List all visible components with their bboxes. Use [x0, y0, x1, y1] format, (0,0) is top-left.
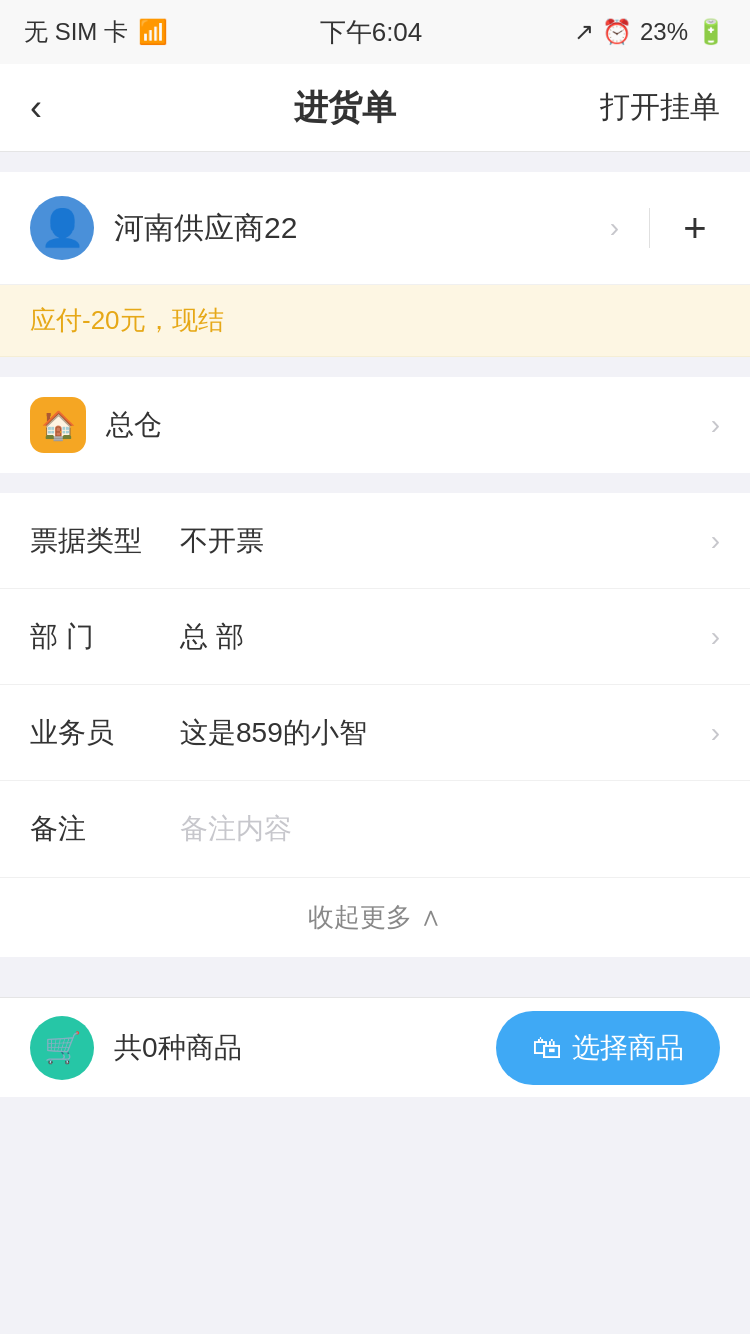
nav-bar: ‹ 进货单 打开挂单 [0, 64, 750, 152]
product-icon: 🛒 [44, 1030, 81, 1065]
page-title: 进货单 [294, 85, 396, 131]
status-time: 下午6:04 [320, 15, 423, 50]
form-section: 票据类型 不开票 › 部 门 总 部 › 业务员 这是859的小智 › 备注 备… [0, 493, 750, 877]
product-count-text: 共0种商品 [114, 1029, 496, 1067]
select-product-button[interactable]: 🛍 选择商品 [496, 1011, 720, 1085]
select-product-label: 选择商品 [572, 1029, 684, 1067]
warehouse-label: 总仓 [106, 406, 711, 444]
department-chevron-icon: › [711, 621, 720, 653]
ticket-type-value: 不开票 [170, 522, 711, 560]
product-icon-bg: 🛒 [30, 1016, 94, 1080]
person-icon: 👤 [40, 207, 85, 249]
status-right: ↗ ⏰ 23% 🔋 [574, 18, 726, 46]
supplier-row[interactable]: 👤 河南供应商22 › + [0, 172, 750, 285]
supplier-name: 河南供应商22 [114, 208, 610, 249]
supplier-avatar: 👤 [30, 196, 94, 260]
salesperson-row[interactable]: 业务员 这是859的小智 › [0, 685, 750, 781]
warehouse-row[interactable]: 🏠 总仓 › [0, 377, 750, 473]
remark-label: 备注 [30, 810, 170, 848]
salesperson-chevron-icon: › [711, 717, 720, 749]
department-value: 总 部 [170, 618, 711, 656]
department-label: 部 门 [30, 618, 170, 656]
battery-icon: 🔋 [696, 18, 726, 46]
ticket-type-label: 票据类型 [30, 522, 170, 560]
warehouse-section: 🏠 总仓 › [0, 377, 750, 473]
warehouse-chevron-icon: › [711, 409, 720, 441]
back-button[interactable]: ‹ [30, 87, 90, 129]
section-gap-4 [0, 957, 750, 977]
carrier-text: 无 SIM 卡 [24, 16, 128, 48]
status-bar: 无 SIM 卡 📶 下午6:04 ↗ ⏰ 23% 🔋 [0, 0, 750, 64]
add-supplier-button[interactable]: + [670, 206, 720, 251]
supplier-section: 👤 河南供应商22 › + 应付-20元，现结 [0, 172, 750, 357]
alarm-icon: ⏰ [602, 18, 632, 46]
collapse-text: 收起更多 ∧ [308, 900, 441, 935]
section-gap-2 [0, 357, 750, 377]
supplier-divider [649, 208, 650, 248]
page-background [0, 1097, 750, 1297]
remark-input[interactable]: 备注内容 [170, 810, 720, 848]
bottom-bar: 🛒 共0种商品 🛍 选择商品 [0, 997, 750, 1097]
notice-bar: 应付-20元，现结 [0, 285, 750, 357]
supplier-chevron-icon: › [610, 212, 619, 244]
remark-row[interactable]: 备注 备注内容 [0, 781, 750, 877]
warehouse-icon-bg: 🏠 [30, 397, 86, 453]
warehouse-icon: 🏠 [41, 409, 76, 442]
location-icon: ↗ [574, 18, 594, 46]
ticket-type-chevron-icon: › [711, 525, 720, 557]
ticket-type-row[interactable]: 票据类型 不开票 › [0, 493, 750, 589]
section-gap-3 [0, 473, 750, 493]
select-product-icon: 🛍 [532, 1031, 562, 1065]
salesperson-value: 这是859的小智 [170, 714, 711, 752]
notice-text: 应付-20元，现结 [30, 305, 224, 335]
department-row[interactable]: 部 门 总 部 › [0, 589, 750, 685]
collapse-row[interactable]: 收起更多 ∧ [0, 877, 750, 957]
battery-text: 23% [640, 18, 688, 46]
wifi-icon: 📶 [138, 18, 168, 46]
open-pending-button[interactable]: 打开挂单 [600, 87, 720, 128]
section-gap-1 [0, 152, 750, 172]
salesperson-label: 业务员 [30, 714, 170, 752]
status-left: 无 SIM 卡 📶 [24, 16, 168, 48]
